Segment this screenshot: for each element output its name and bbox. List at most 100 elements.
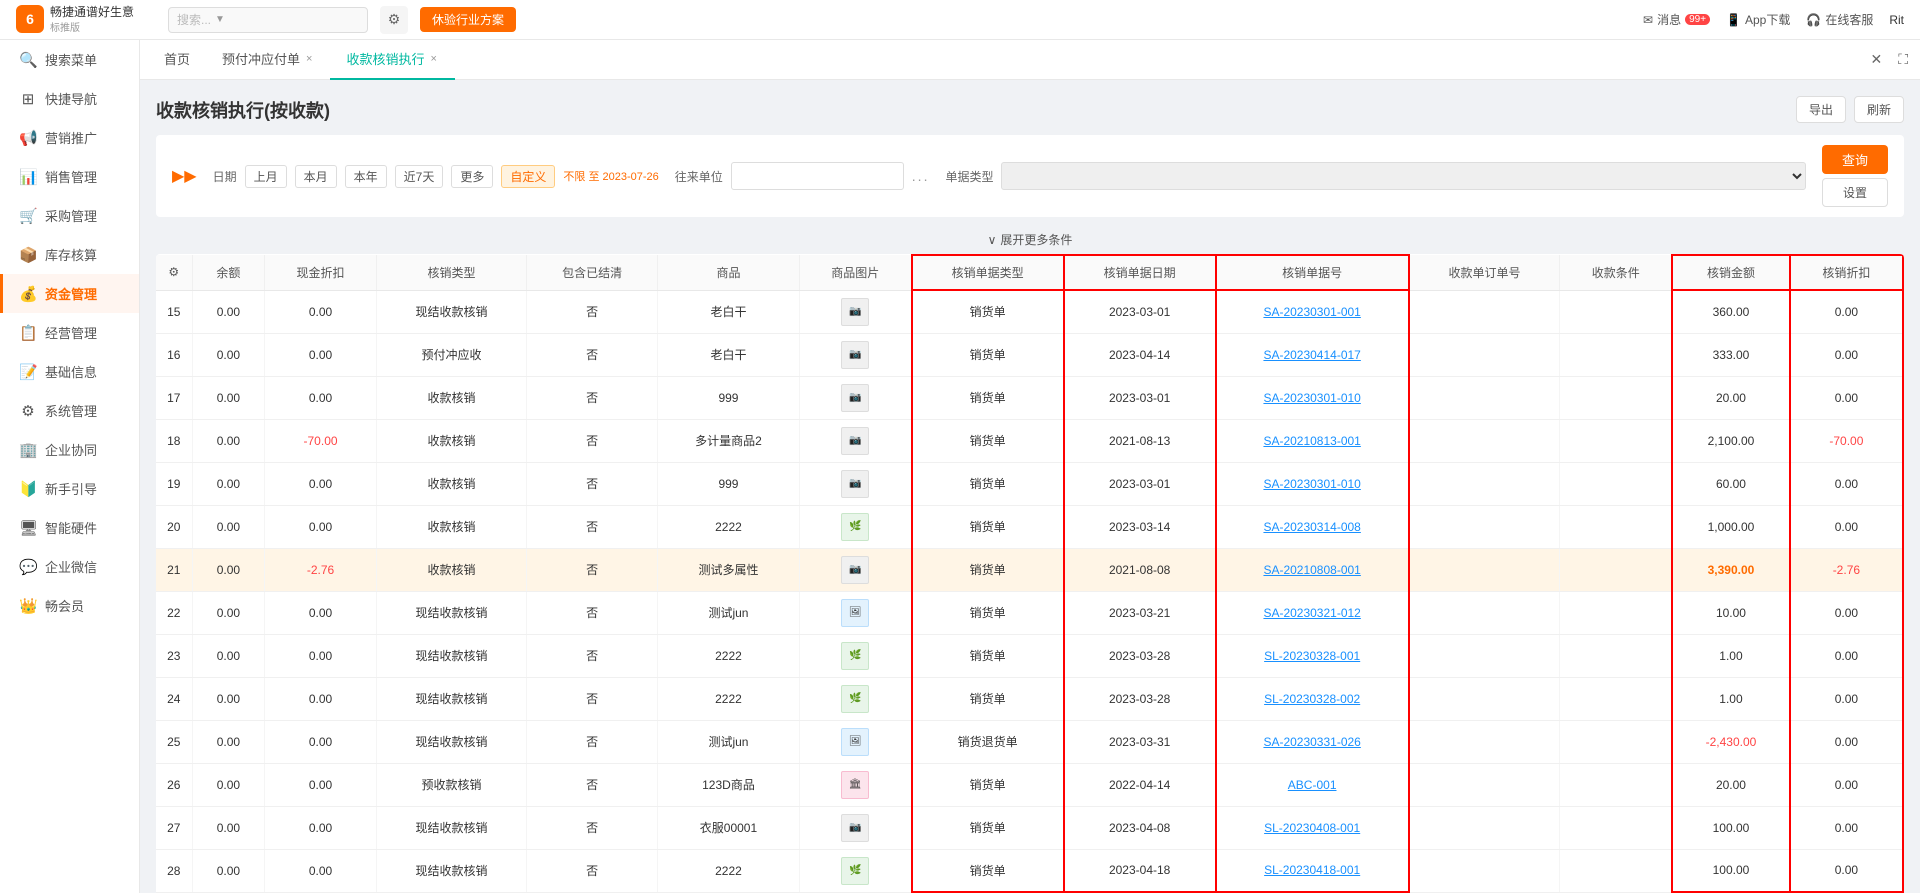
messages-button[interactable]: ✉ 消息 99+ [1643,11,1710,28]
cancel-bill-no-link[interactable]: SA-20210813-001 [1263,434,1360,448]
cancel-bill-no-link[interactable]: SA-20230331-026 [1263,735,1360,749]
td-product: 2222 [658,505,800,548]
custom-btn[interactable]: 自定义 [501,165,555,188]
td-collection-order-no [1409,720,1560,763]
td-cancel-bill-type: 销货单 [912,290,1064,333]
th-product-image: 商品图片 [799,255,911,290]
td-product-image: 🖼 [799,720,911,763]
page-title: 收款核销执行(按收款) [156,97,330,123]
td-cancel-type: 预收款核销 [376,763,526,806]
sidebar-item-search-menu[interactable]: 🔍 搜索菜单 [0,40,139,79]
industry-solution-button[interactable]: 休验行业方案 [420,7,516,32]
from-unit-input[interactable] [731,162,904,190]
cancel-bill-no-link[interactable]: SL-20230418-001 [1264,863,1360,877]
sidebar-item-purchase[interactable]: 🛒 采购管理 [0,196,139,235]
tab-collection[interactable]: 收款核销执行 × [330,40,454,80]
sidebar-item-sales[interactable]: 📊 销售管理 [0,157,139,196]
td-cancel-discount: 0.00 [1790,376,1903,419]
sidebar-item-beginner[interactable]: 🔰 新手引导 [0,469,139,508]
date-range-display[interactable]: 不限 至 2023-07-26 [563,168,658,184]
th-cancel-bill-type: 核销单据类型 [912,255,1064,290]
expand-more-conditions-bar[interactable]: ∨ 展开更多条件 [156,225,1904,254]
tab-prepay[interactable]: 预付冲应付单 × [206,40,330,80]
td-cancel-bill-date: 2023-03-01 [1064,376,1216,419]
td-include-settled: 否 [527,591,658,634]
orange-arrow-icon[interactable]: ▶▶ [172,166,197,186]
cancel-bill-no-link[interactable]: SA-20230314-008 [1263,520,1360,534]
td-cancel-bill-type: 销货单 [912,376,1064,419]
td-cancel-bill-type: 销货退货单 [912,720,1064,763]
tab-home[interactable]: 首页 [148,40,206,80]
td-product: 2222 [658,677,800,720]
cancel-bill-no-link[interactable]: ABC-001 [1288,778,1337,792]
sidebar-item-sys-admin[interactable]: ⚙ 系统管理 [0,391,139,430]
app-download-button[interactable]: 📱 App下载 [1726,11,1790,28]
sidebar-item-marketing[interactable]: 📢 营销推广 [0,118,139,157]
cancel-bill-no-link[interactable]: SA-20230321-012 [1263,606,1360,620]
this-year-btn[interactable]: 本年 [345,165,387,188]
cancel-bill-no-link[interactable]: SL-20230328-001 [1264,649,1360,663]
td-cash-discount: 0.00 [265,290,377,333]
td-collection-condition [1560,505,1672,548]
cancel-bill-no-link[interactable]: SA-20210808-001 [1263,563,1360,577]
product-image: 🖼 [841,599,869,627]
sidebar-item-wechat[interactable]: 💬 企业微信 [0,547,139,586]
td-product: 123D商品 [658,763,800,806]
maximize-icon[interactable]: ⛶ [1894,47,1912,72]
cancel-bill-no-link[interactable]: SA-20230414-017 [1263,348,1360,362]
td-cancel-bill-type: 销货单 [912,634,1064,677]
td-cancel-bill-no: SL-20230418-001 [1216,849,1409,892]
user-name[interactable]: Rit [1889,13,1904,27]
this-month-btn[interactable]: 本月 [295,165,337,188]
sidebar-item-member[interactable]: 👑 畅会员 [0,586,139,625]
settings-button[interactable]: 设置 [1822,178,1888,207]
cancel-bill-no-link[interactable]: SL-20230408-001 [1264,821,1360,835]
messages-badge: 99+ [1685,14,1710,25]
sidebar-item-operation[interactable]: 📋 经营管理 [0,313,139,352]
th-cancel-type: 核销类型 [376,255,526,290]
close-window-icon[interactable]: ✕ [1866,47,1886,72]
settings-gear-icon[interactable]: ⚙ [380,6,408,34]
td-cancel-bill-no: SA-20230321-012 [1216,591,1409,634]
chart-icon: 📊 [19,168,37,186]
query-button[interactable]: 查询 [1822,145,1888,174]
table-row: 17 0.00 0.00 收款核销 否 999 📷 销货单 2023-03-01… [156,376,1903,419]
tab-prepay-close-icon[interactable]: × [304,51,314,67]
td-cancel-bill-date: 2023-03-14 [1064,505,1216,548]
td-product-image: 🌿 [799,634,911,677]
product-image: 📷 [841,341,869,369]
th-cancel-bill-no: 核销单据号 [1216,255,1409,290]
tab-collection-close-icon[interactable]: × [428,51,438,67]
td-row-num: 17 [156,376,192,419]
sidebar-item-inventory[interactable]: 📦 库存核算 [0,235,139,274]
from-unit-label: 往来单位 [675,168,723,185]
td-product-image: 📷 [799,462,911,505]
product-image: 🌿 [841,642,869,670]
export-button[interactable]: 导出 [1796,96,1846,123]
cancel-bill-no-link[interactable]: SA-20230301-010 [1263,477,1360,491]
sidebar-item-smart-hw[interactable]: 🖥 智能硬件 [0,508,139,547]
refresh-button[interactable]: 刷新 [1854,96,1904,123]
sidebar-item-enterprise[interactable]: 🏢 企业协同 [0,430,139,469]
megaphone-icon: 📢 [19,129,37,147]
th-settings[interactable]: ⚙ [156,255,192,290]
cancel-bill-no-link[interactable]: SL-20230328-002 [1264,692,1360,706]
td-cancel-bill-no: SA-20230331-026 [1216,720,1409,763]
box-icon: 📦 [19,246,37,264]
td-cancel-bill-date: 2023-03-31 [1064,720,1216,763]
cancel-bill-no-link[interactable]: SA-20230301-001 [1263,305,1360,319]
table-row: 16 0.00 0.00 预付冲应收 否 老白干 📷 销货单 2023-04-1… [156,333,1903,376]
last7-btn[interactable]: 近7天 [395,165,444,188]
td-product: 多计量商品2 [658,419,800,462]
cancel-bill-no-link[interactable]: SA-20230301-010 [1263,391,1360,405]
sidebar-item-finance[interactable]: 💰 资金管理 [0,274,139,313]
bill-type-select[interactable] [1001,162,1806,190]
sidebar-label-marketing: 营销推广 [45,128,97,147]
td-cash-discount: 0.00 [265,849,377,892]
sidebar-item-quick-nav[interactable]: ⊞ 快捷导航 [0,79,139,118]
sidebar-item-basic-info[interactable]: 📝 基础信息 [0,352,139,391]
table-row: 19 0.00 0.00 收款核销 否 999 📷 销货单 2023-03-01… [156,462,1903,505]
last-month-btn[interactable]: 上月 [245,165,287,188]
more-btn[interactable]: 更多 [451,165,493,188]
online-service-button[interactable]: 🎧 在线客服 [1806,11,1873,28]
